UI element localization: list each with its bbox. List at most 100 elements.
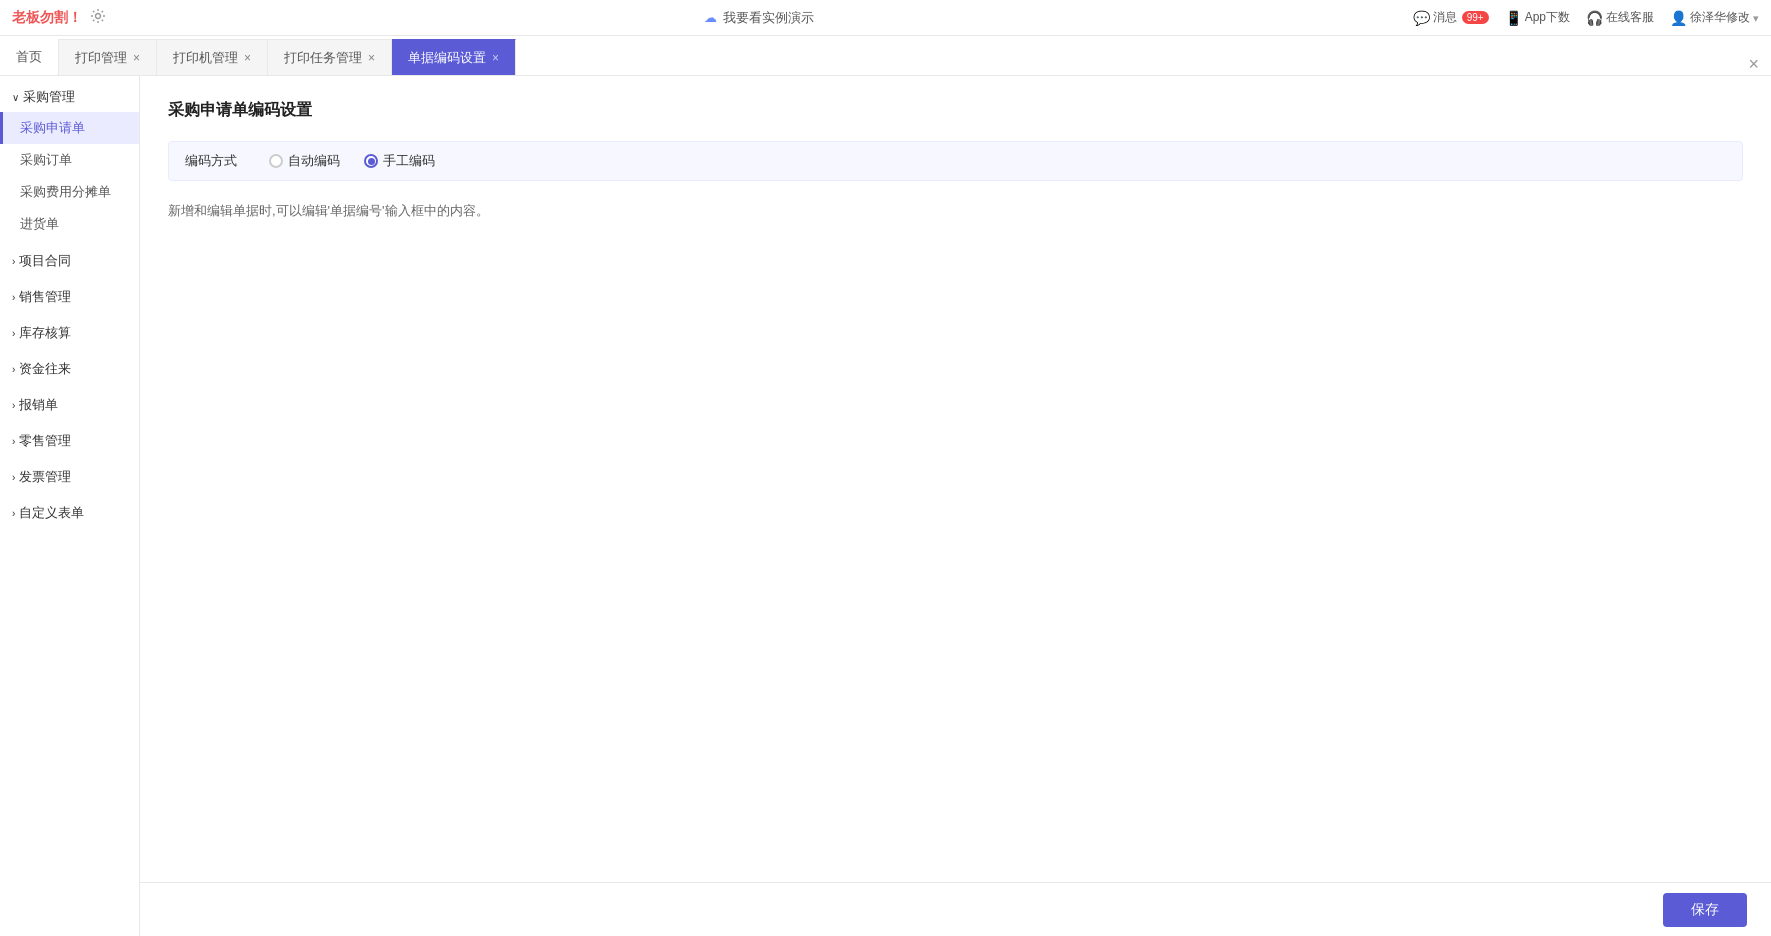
- funds-chevron-icon: ›: [12, 364, 15, 375]
- tab-print-task-label: 打印任务管理: [284, 49, 362, 67]
- sidebar-group-project-label: 项目合同: [19, 252, 71, 270]
- invoice-chevron-icon: ›: [12, 472, 15, 483]
- demo-text[interactable]: 我要看实例演示: [723, 9, 814, 27]
- project-chevron-icon: ›: [12, 256, 15, 267]
- sidebar-group-funds-title[interactable]: › 资金往来: [0, 352, 139, 384]
- sidebar-group-retail: › 零售管理: [0, 424, 139, 456]
- sidebar-group-funds-label: 资金往来: [19, 360, 71, 378]
- tab-print-task[interactable]: 打印任务管理 ×: [268, 39, 392, 75]
- tab-printer-mgmt[interactable]: 打印机管理 ×: [157, 39, 268, 75]
- sidebar: ∨ 采购管理 采购申请单 采购订单 采购费用分摊单 进货单 › 项目合同: [0, 76, 140, 936]
- radio-manual-label: 手工编码: [383, 152, 435, 170]
- tab-print-task-close[interactable]: ×: [368, 52, 375, 64]
- sidebar-group-invoice-label: 发票管理: [19, 468, 71, 486]
- page-title: 采购申请单编码设置: [168, 100, 1743, 121]
- user-icon: [1670, 10, 1687, 26]
- radio-auto[interactable]: 自动编码: [269, 152, 340, 170]
- sidebar-item-purchase-order[interactable]: 采购订单: [0, 144, 139, 176]
- sidebar-group-custom: › 自定义表单: [0, 496, 139, 528]
- sidebar-item-warehousing[interactable]: 进货单: [0, 208, 139, 240]
- tab-bar-close[interactable]: ×: [1748, 54, 1771, 75]
- sidebar-group-sales-title[interactable]: › 销售管理: [0, 280, 139, 312]
- purchase-chevron-icon: ∨: [12, 92, 19, 103]
- top-bar-left: 老板勿割！: [12, 8, 106, 27]
- sidebar-group-custom-title[interactable]: › 自定义表单: [0, 496, 139, 528]
- sidebar-group-invoice-title[interactable]: › 发票管理: [0, 460, 139, 492]
- tab-print-mgmt[interactable]: 打印管理 ×: [59, 39, 157, 75]
- message-label: 消息: [1433, 9, 1457, 26]
- close-panel-icon[interactable]: ×: [1748, 54, 1759, 75]
- main-layout: ∨ 采购管理 采购申请单 采购订单 采购费用分摊单 进货单 › 项目合同: [0, 76, 1771, 936]
- sidebar-group-invoice: › 发票管理: [0, 460, 139, 492]
- sidebar-group-purchase-label: 采购管理: [23, 88, 75, 106]
- sidebar-group-inventory-label: 库存核算: [19, 324, 71, 342]
- message-button[interactable]: 消息 99+: [1413, 9, 1489, 26]
- sidebar-item-purchase-expense[interactable]: 采购费用分摊单: [0, 176, 139, 208]
- message-icon: [1413, 10, 1430, 26]
- sidebar-group-purchase-title[interactable]: ∨ 采购管理: [0, 80, 139, 112]
- tab-home-label: 首页: [16, 48, 42, 66]
- message-badge: 99+: [1462, 11, 1489, 24]
- service-button[interactable]: 在线客服: [1586, 9, 1654, 26]
- sidebar-item-purchase-order-label: 采购订单: [20, 152, 72, 167]
- sidebar-group-inventory-title[interactable]: › 库存核算: [0, 316, 139, 348]
- tab-barcode-setting[interactable]: 单据编码设置 ×: [392, 39, 516, 75]
- sidebar-group-sales: › 销售管理: [0, 280, 139, 312]
- inventory-chevron-icon: ›: [12, 328, 15, 339]
- cloud-icon: ☁: [704, 10, 717, 25]
- encoding-label: 编码方式: [185, 152, 245, 170]
- custom-chevron-icon: ›: [12, 508, 15, 519]
- app-label: App下数: [1525, 9, 1570, 26]
- sidebar-group-returns-label: 报销单: [19, 396, 58, 414]
- radio-auto-circle[interactable]: [269, 154, 283, 168]
- sidebar-group-inventory: › 库存核算: [0, 316, 139, 348]
- content-inner: 采购申请单编码设置 编码方式 自动编码 手工编码 新增和编辑单据时,可以编辑'单…: [140, 76, 1771, 882]
- tab-bar: 首页 打印管理 × 打印机管理 × 打印任务管理 × 单据编码设置 × ×: [0, 36, 1771, 76]
- user-chevron-icon: [1753, 11, 1759, 25]
- tab-barcode-setting-label: 单据编码设置: [408, 49, 486, 67]
- sidebar-item-purchase-expense-label: 采购费用分摊单: [20, 184, 111, 199]
- sidebar-group-funds: › 资金往来: [0, 352, 139, 384]
- save-button[interactable]: 保存: [1663, 893, 1747, 927]
- user-name: 徐泽华修改: [1690, 9, 1750, 26]
- sidebar-group-retail-title[interactable]: › 零售管理: [0, 424, 139, 456]
- sidebar-item-warehousing-label: 进货单: [20, 216, 59, 231]
- encoding-row: 编码方式 自动编码 手工编码: [168, 141, 1743, 181]
- hint-text: 新增和编辑单据时,可以编辑'单据编号'输入框中的内容。: [168, 201, 1743, 222]
- service-icon: [1586, 10, 1603, 26]
- tab-print-mgmt-close[interactable]: ×: [133, 52, 140, 64]
- sidebar-group-sales-label: 销售管理: [19, 288, 71, 306]
- top-bar: 老板勿割！ ☁ 我要看实例演示 消息 99+ App下数 在线客服 徐泽华修改: [0, 0, 1771, 36]
- tab-printer-mgmt-close[interactable]: ×: [244, 52, 251, 64]
- sidebar-group-project: › 项目合同: [0, 244, 139, 276]
- top-bar-center: ☁ 我要看实例演示: [704, 9, 814, 27]
- radio-manual-circle[interactable]: [364, 154, 378, 168]
- tab-home[interactable]: 首页: [0, 39, 59, 75]
- sidebar-group-custom-label: 自定义表单: [19, 504, 84, 522]
- radio-manual[interactable]: 手工编码: [364, 152, 435, 170]
- app-download-button[interactable]: App下数: [1505, 9, 1570, 26]
- tab-printer-mgmt-label: 打印机管理: [173, 49, 238, 67]
- svg-point-0: [96, 14, 101, 19]
- sidebar-item-purchase-req[interactable]: 采购申请单: [0, 112, 139, 144]
- logo: 老板勿割！: [12, 9, 82, 27]
- retail-chevron-icon: ›: [12, 436, 15, 447]
- top-bar-right: 消息 99+ App下数 在线客服 徐泽华修改: [1413, 9, 1759, 26]
- settings-icon[interactable]: [90, 8, 106, 27]
- sales-chevron-icon: ›: [12, 292, 15, 303]
- sidebar-group-project-title[interactable]: › 项目合同: [0, 244, 139, 276]
- sidebar-group-retail-label: 零售管理: [19, 432, 71, 450]
- sidebar-item-purchase-req-label: 采购申请单: [20, 120, 85, 135]
- sidebar-group-purchase: ∨ 采购管理 采购申请单 采购订单 采购费用分摊单 进货单: [0, 80, 139, 240]
- sidebar-group-returns-title[interactable]: › 报销单: [0, 388, 139, 420]
- sidebar-group-returns: › 报销单: [0, 388, 139, 420]
- app-icon: [1505, 10, 1522, 26]
- content-footer: 保存: [140, 882, 1771, 936]
- returns-chevron-icon: ›: [12, 400, 15, 411]
- radio-auto-label: 自动编码: [288, 152, 340, 170]
- user-profile[interactable]: 徐泽华修改: [1670, 9, 1759, 26]
- tab-print-mgmt-label: 打印管理: [75, 49, 127, 67]
- content-area: 采购申请单编码设置 编码方式 自动编码 手工编码 新增和编辑单据时,可以编辑'单…: [140, 76, 1771, 936]
- tab-barcode-setting-close[interactable]: ×: [492, 52, 499, 64]
- service-label: 在线客服: [1606, 9, 1654, 26]
